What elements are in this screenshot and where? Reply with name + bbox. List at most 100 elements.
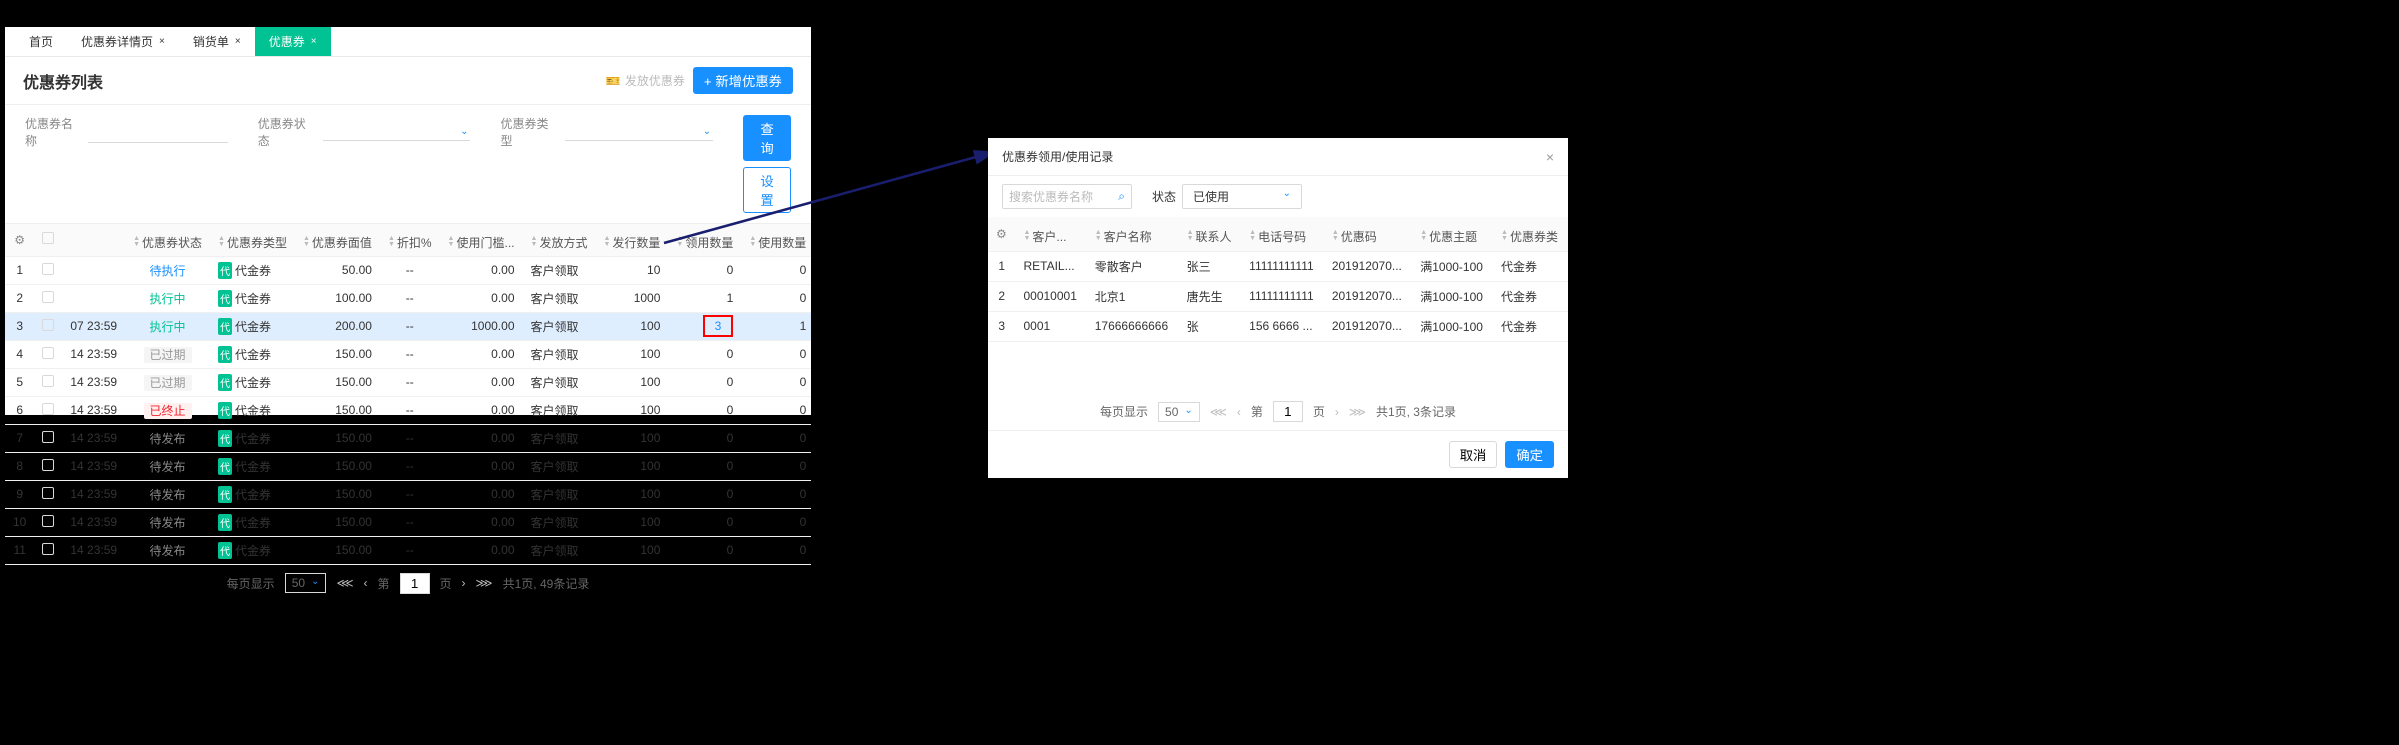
filter-name-label: 优惠券名称 xyxy=(25,115,82,149)
table-row[interactable]: 2 00010001 北京1 唐先生 11111111111 201912070… xyxy=(988,281,1568,311)
row-number: 6 xyxy=(5,396,34,424)
table-row[interactable]: 3 07 23:59 执行中 代代金券 200.00 -- 1000.00 客户… xyxy=(5,312,811,340)
modal-page-input[interactable] xyxy=(1273,401,1303,422)
mcol-cust-name[interactable]: ▲▼客户名称 xyxy=(1087,217,1179,251)
mcol-type[interactable]: ▲▼优惠券类 xyxy=(1493,217,1568,251)
close-icon[interactable]: × xyxy=(1546,149,1554,165)
last-page-icon[interactable]: ⋙ xyxy=(1349,405,1366,419)
issue-qty-cell: 100 xyxy=(595,536,668,564)
face-value-cell: 150.00 xyxy=(295,340,380,368)
add-coupon-button[interactable]: + 新增优惠券 xyxy=(693,67,793,94)
modal-per-page-select[interactable]: 50⌄ xyxy=(1158,402,1200,422)
cancel-button[interactable]: 取消 xyxy=(1449,441,1498,468)
table-row[interactable]: 3 0001 17666666666 张 156 6666 ... 201912… xyxy=(988,311,1568,341)
row-checkbox[interactable] xyxy=(42,263,54,275)
first-page-icon[interactable]: ⋘ xyxy=(336,576,353,590)
mcol-phone[interactable]: ▲▼电话号码 xyxy=(1241,217,1324,251)
col-distribute[interactable]: ▲▼发放方式 xyxy=(523,224,596,256)
table-row[interactable]: 4 14 23:59 已过期 代代金券 150.00 -- 0.00 客户领取 … xyxy=(5,340,811,368)
row-checkbox[interactable] xyxy=(42,543,54,555)
gear-icon[interactable]: ⚙ xyxy=(988,217,1015,251)
row-checkbox[interactable] xyxy=(42,431,54,443)
row-checkbox[interactable] xyxy=(42,459,54,471)
modal-search-input[interactable]: 搜索优惠券名称 ⌕ xyxy=(1002,184,1132,209)
table-row[interactable]: 10 14 23:59 待发布 代代金券 150.00 -- 0.00 客户领取… xyxy=(5,508,811,536)
col-discount[interactable]: ▲▼折扣% xyxy=(380,224,440,256)
phone-cell: 11111111111 xyxy=(1241,251,1324,281)
row-checkbox[interactable] xyxy=(42,515,54,527)
col-threshold[interactable]: ▲▼使用门槛... xyxy=(440,224,523,256)
table-row[interactable]: 5 14 23:59 已过期 代代金券 150.00 -- 0.00 客户领取 … xyxy=(5,368,811,396)
row-time: 14 23:59 xyxy=(62,508,125,536)
modal-pager-summary: 共1页, 3条记录 xyxy=(1376,403,1456,420)
mcol-cust-no[interactable]: ▲▼客户... xyxy=(1015,217,1086,251)
prev-page-icon[interactable]: ‹ xyxy=(364,576,368,590)
table-row[interactable]: 1 待执行 代代金券 50.00 -- 0.00 客户领取 10 0 0 ↗ ▦ xyxy=(5,256,811,284)
issue-qty-cell: 100 xyxy=(595,396,668,424)
status-badge: 待发布 xyxy=(150,432,186,446)
subject-cell: 满1000-100 xyxy=(1412,251,1493,281)
col-status[interactable]: ▲▼优惠券状态 xyxy=(125,224,210,256)
use-qty-cell: 0 xyxy=(741,424,811,452)
col-type[interactable]: ▲▼优惠券类型 xyxy=(210,224,295,256)
filter-type-label: 优惠券类型 xyxy=(500,115,559,149)
col-issue-qty[interactable]: ▲▼发行数量 xyxy=(595,224,668,256)
coupon-type-cell: 代代金券 xyxy=(210,340,295,368)
threshold-cell: 0.00 xyxy=(440,368,523,396)
table-row[interactable]: 8 14 23:59 待发布 代代金券 150.00 -- 0.00 客户领取 … xyxy=(5,452,811,480)
close-icon[interactable]: × xyxy=(311,36,317,47)
tab-sales-order[interactable]: 销货单× xyxy=(179,27,255,56)
table-row[interactable]: 1 RETAIL... 零散客户 张三 11111111111 20191207… xyxy=(988,251,1568,281)
prev-page-icon[interactable]: ‹ xyxy=(1237,405,1241,419)
mcol-subject[interactable]: ▲▼优惠主题 xyxy=(1412,217,1493,251)
coupon-type-cell: 代代金券 xyxy=(210,368,295,396)
row-checkbox[interactable] xyxy=(42,319,54,331)
issue-qty-cell: 100 xyxy=(595,508,668,536)
tab-coupon-detail[interactable]: 优惠券详情页× xyxy=(67,27,179,56)
next-page-icon[interactable]: › xyxy=(462,576,466,590)
use-qty-cell: 0 xyxy=(741,480,811,508)
row-number: 1 xyxy=(988,251,1015,281)
close-icon[interactable]: × xyxy=(235,36,241,47)
coupon-type-select[interactable]: ⌄ xyxy=(565,123,713,141)
table-row[interactable]: 2 执行中 代代金券 100.00 -- 0.00 客户领取 1000 1 0 … xyxy=(5,284,811,312)
modal-status-select[interactable]: 已使用 ⌄ xyxy=(1182,184,1302,209)
table-row[interactable]: 6 14 23:59 已终止 代代金券 150.00 -- 0.00 客户领取 … xyxy=(5,396,811,424)
row-time: 14 23:59 xyxy=(62,396,125,424)
col-claim-qty[interactable]: ▲▼领用数量 xyxy=(668,224,741,256)
tab-home[interactable]: 首页 xyxy=(15,27,67,56)
close-icon[interactable]: × xyxy=(159,36,165,47)
gear-icon[interactable]: ⚙ xyxy=(5,224,34,256)
threshold-cell: 0.00 xyxy=(440,480,523,508)
last-page-icon[interactable]: ⋙ xyxy=(476,576,493,590)
coupon-status-select[interactable]: ⌄ xyxy=(323,123,471,141)
table-row[interactable]: 11 14 23:59 待发布 代代金券 150.00 -- 0.00 客户领取… xyxy=(5,536,811,564)
select-all-checkbox[interactable] xyxy=(42,232,54,244)
tab-coupon[interactable]: 优惠券× xyxy=(255,27,331,56)
coupon-type-cell: 代代金券 xyxy=(210,284,295,312)
mcol-code[interactable]: ▲▼优惠码 xyxy=(1324,217,1412,251)
face-value-cell: 150.00 xyxy=(295,452,380,480)
row-time: 14 23:59 xyxy=(62,480,125,508)
first-page-icon[interactable]: ⋘ xyxy=(1210,405,1227,419)
row-checkbox[interactable] xyxy=(42,375,54,387)
row-checkbox[interactable] xyxy=(42,403,54,415)
per-page-select[interactable]: 50⌄ xyxy=(285,573,327,593)
claim-count-link[interactable]: 3 xyxy=(703,315,734,337)
mcol-contact[interactable]: ▲▼联系人 xyxy=(1179,217,1242,251)
threshold-cell: 0.00 xyxy=(440,452,523,480)
confirm-button[interactable]: 确定 xyxy=(1505,441,1554,468)
query-button[interactable]: 查询 xyxy=(743,115,791,161)
table-row[interactable]: 7 14 23:59 待发布 代代金券 150.00 -- 0.00 客户领取 … xyxy=(5,424,811,452)
page-input[interactable] xyxy=(400,573,430,594)
row-checkbox[interactable] xyxy=(42,487,54,499)
row-checkbox[interactable] xyxy=(42,291,54,303)
col-use-qty[interactable]: ▲▼使用数量 xyxy=(741,224,811,256)
col-face[interactable]: ▲▼优惠券面值 xyxy=(295,224,380,256)
next-page-icon[interactable]: › xyxy=(1335,405,1339,419)
row-checkbox[interactable] xyxy=(42,347,54,359)
distribute-coupon-link[interactable]: 🎫 发放优惠券 xyxy=(606,72,685,89)
coupon-name-input[interactable] xyxy=(88,121,228,143)
settings-button[interactable]: 设置 xyxy=(743,167,791,213)
table-row[interactable]: 9 14 23:59 待发布 代代金券 150.00 -- 0.00 客户领取 … xyxy=(5,480,811,508)
